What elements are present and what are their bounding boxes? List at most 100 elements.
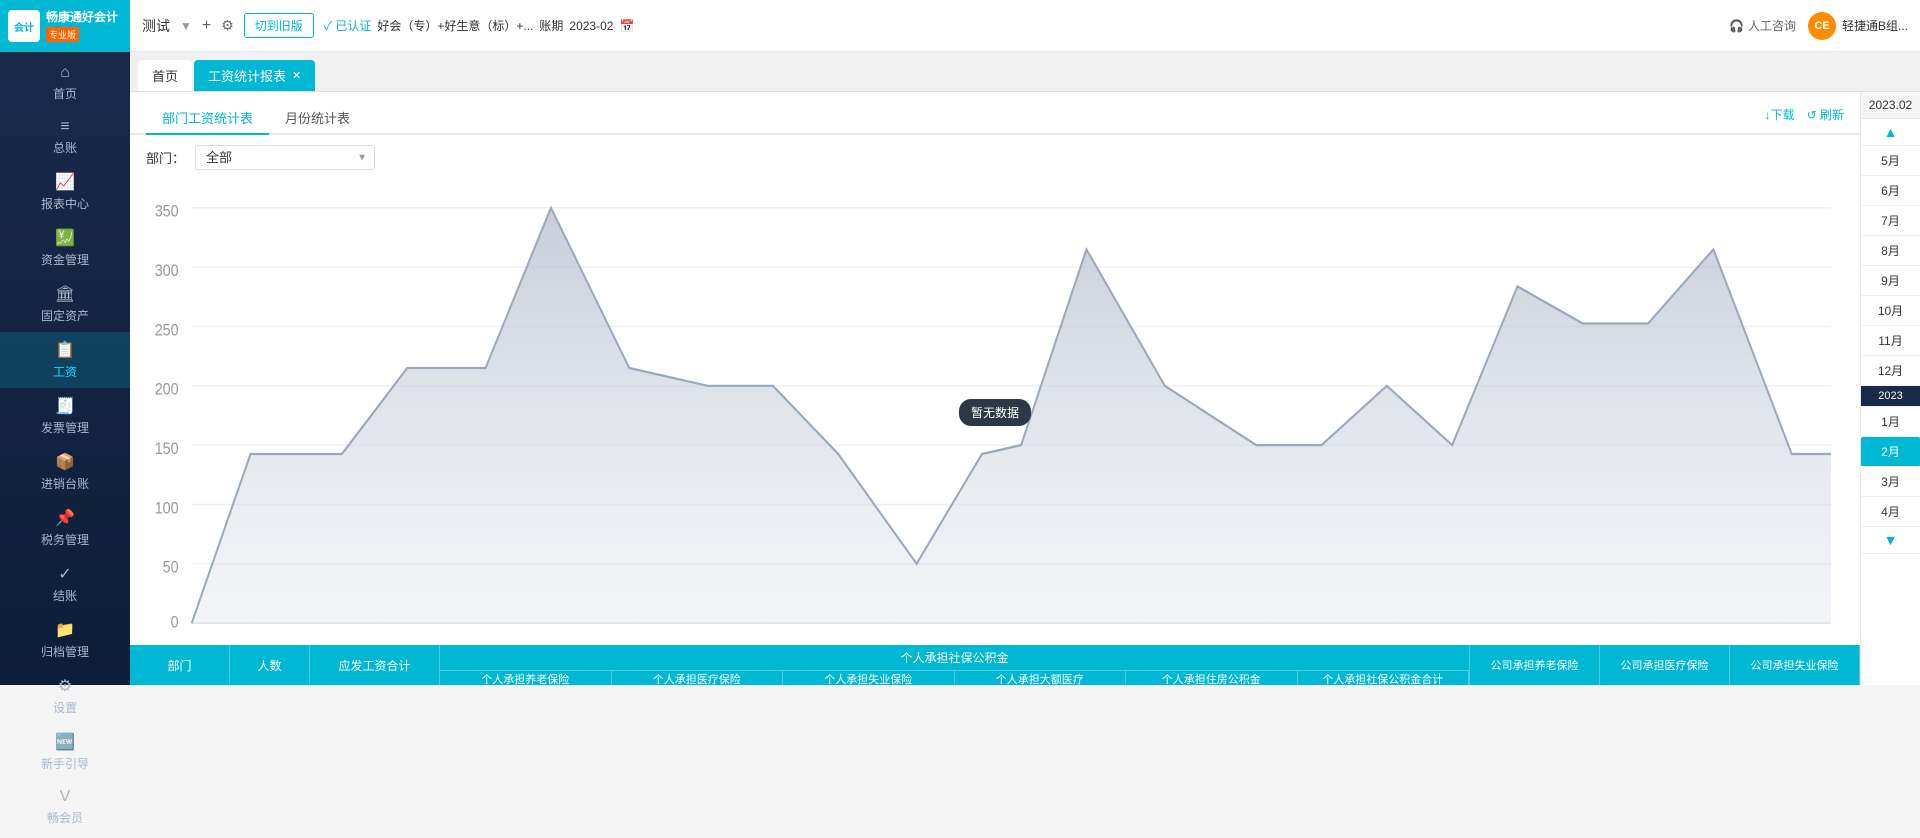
sidebar-item-label: 首页 [53,85,77,102]
avatar-initials: CE [1814,20,1829,32]
sidebar-item-label: 进销台账 [41,475,89,492]
date-nav-down[interactable]: ▼ [1861,527,1920,554]
home-icon: ⌂ [60,64,70,82]
certified-badge: ✓ 已认证 [324,17,372,34]
sidebar-item-home[interactable]: ⌂ 首页 [0,56,130,110]
date-month-5[interactable]: 5月 [1861,146,1920,176]
tab-home[interactable]: 首页 [138,60,192,91]
sidebar-item-purchase[interactable]: 📦 进销台账 [0,444,130,500]
funds-icon: 💹 [55,228,75,248]
settings-icon[interactable]: ⚙ [221,17,234,34]
tab-salary-report[interactable]: 工资统计报表 ✕ [194,60,315,91]
svg-text:100: 100 [155,500,179,518]
sidebar-item-settings[interactable]: ⚙ 设置 [0,668,130,724]
sidebar-item-label: 归档管理 [41,643,89,660]
add-button[interactable]: + [202,17,211,35]
settings-icon: ⚙ [58,676,72,696]
col-pension: 个人承担养老保险 [440,671,612,685]
sidebar-item-vip[interactable]: V 畅会员 [0,780,130,834]
col-people: 人数 [230,645,310,685]
sidebar-item-ledger[interactable]: ≡ 总账 [0,110,130,164]
help-button[interactable]: 🎧 人工咨询 [1729,17,1796,34]
svg-text:50: 50 [163,559,179,577]
sidebar-item-label: 畅会员 [47,809,83,826]
topbar: 测试 ▼ + ⚙ 切到旧版 ✓ 已认证 好会（专）+好生意（标）+... 账期 … [130,0,1920,52]
date-panel: 2023.02 ▲ 5月 6月 7月 8月 9月 10月 11月 [1860,92,1920,685]
download-button[interactable]: ↓下载 [1765,106,1795,123]
chart-area: 350 300 250 200 150 100 50 0 [130,180,1860,645]
dept-filter-label: 部门： [146,148,185,167]
sidebar-item-label: 税务管理 [41,531,89,548]
sidebar-item-reports[interactable]: 📈 报表中心 [0,164,130,220]
sidebar-item-checkout[interactable]: ✓ 结账 [0,556,130,612]
date-month-2-active[interactable]: 2月 [1861,437,1920,467]
sidebar-item-assets[interactable]: 🏛 固定资产 [0,276,130,332]
sub-tabbar: 部门工资统计表 月份统计表 ↓下载 ↺ 刷新 [130,92,1860,135]
tab-home-label: 首页 [152,66,178,85]
sidebar-item-tax[interactable]: 📌 税务管理 [0,500,130,556]
reports-icon: 📈 [55,172,75,192]
main-area: 测试 ▼ + ⚙ 切到旧版 ✓ 已认证 好会（专）+好生意（标）+... 账期 … [130,0,1920,685]
sidebar-item-invoice[interactable]: 🧾 发票管理 [0,388,130,444]
period-value: 2023-02 [569,19,613,33]
sub-tab-dept[interactable]: 部门工资统计表 [146,102,269,135]
date-month-12[interactable]: 12月 [1861,356,1920,386]
purchase-icon: 📦 [55,452,75,472]
svg-text:0: 0 [171,614,179,632]
sidebar-item-funds[interactable]: 💹 资金管理 [0,220,130,276]
date-current-label[interactable]: 2023.02 [1861,92,1920,119]
content-main: 部门工资统计表 月份统计表 ↓下载 ↺ 刷新 部门： 全部 财务部 销售部 [130,92,1860,685]
col-group-personal: 个人承担社保公积金 个人承担养老保险 个人承担医疗保险 个人承担失业保险 个人承… [440,645,1470,685]
date-nav-up[interactable]: ▲ [1861,119,1920,146]
date-month-4[interactable]: 4月 [1861,497,1920,527]
date-month-1[interactable]: 1月 [1861,407,1920,437]
col-group-label: 个人承担社保公积金 [440,645,1469,671]
sub-tab-monthly[interactable]: 月份统计表 [269,102,366,135]
sidebar-item-label: 报表中心 [41,195,89,212]
col-company-unemployment: 公司承担失业保险 [1730,645,1860,685]
date-month-8[interactable]: 8月 [1861,236,1920,266]
svg-text:150: 150 [155,440,179,458]
date-month-3[interactable]: 3月 [1861,467,1920,497]
dept-select[interactable]: 全部 财务部 销售部 技术部 [195,145,375,170]
refresh-button[interactable]: ↺ 刷新 [1807,106,1844,123]
dept-select-wrapper: 全部 财务部 销售部 技术部 [195,145,375,170]
checkout-icon: ✓ [58,564,71,584]
date-year-2023: 2023 [1861,386,1920,407]
svg-text:250: 250 [155,322,179,340]
period-label: 账期 [539,17,563,34]
date-month-11[interactable]: 11月 [1861,326,1920,356]
chart-container: 350 300 250 200 150 100 50 0 [146,190,1844,635]
col-unemployment: 个人承担失业保险 [783,671,955,685]
dropdown-arrow-icon[interactable]: ▼ [180,19,192,33]
area-chart: 350 300 250 200 150 100 50 0 [146,190,1844,635]
sidebar-item-label: 工资 [53,363,77,380]
date-month-7[interactable]: 7月 [1861,206,1920,236]
sidebar-item-guide[interactable]: 🆕 新手引导 [0,724,130,780]
date-month-10[interactable]: 10月 [1861,296,1920,326]
logo-title: 畅康通好会计 [46,10,118,26]
tabbar: 首页 工资统计报表 ✕ [130,52,1920,92]
sidebar-item-salary[interactable]: 📋 工资 [0,332,130,388]
user-name: 轻捷通B组... [1842,17,1908,34]
sidebar: 会计 畅康通好会计 专业版 ⌂ 首页 ≡ 总账 📈 报表中心 💹 资金管理 🏛 … [0,0,130,685]
calendar-icon[interactable]: 📅 [619,19,634,33]
sidebar-item-label: 结账 [53,587,77,604]
help-label: 人工咨询 [1748,17,1796,34]
tab-close-icon[interactable]: ✕ [292,69,301,82]
content-area: 部门工资统计表 月份统计表 ↓下载 ↺ 刷新 部门： 全部 财务部 销售部 [130,92,1920,685]
sidebar-item-label: 设置 [53,699,77,716]
guide-icon: 🆕 [55,732,75,752]
col-big-medical: 个人承担大额医疗 [955,671,1127,685]
product-tags: 好会（专）+好生意（标）+... [377,17,533,34]
user-menu[interactable]: CE 轻捷通B组... [1808,12,1908,40]
sidebar-nav: ⌂ 首页 ≡ 总账 📈 报表中心 💹 资金管理 🏛 固定资产 📋 工资 🧾 发票… [0,52,130,838]
sidebar-item-label: 资金管理 [41,251,89,268]
switch-version-button[interactable]: 切到旧版 [244,13,314,38]
sidebar-item-label: 固定资产 [41,307,89,324]
date-month-9[interactable]: 9月 [1861,266,1920,296]
sidebar-item-archive[interactable]: 📁 归档管理 [0,612,130,668]
tab-salary-label: 工资统计报表 [208,66,286,85]
table-footer: 部门 人数 应发工资合计 个人承担社保公积金 个人承担养老保险 个人承担医疗 [130,645,1860,685]
date-month-6[interactable]: 6月 [1861,176,1920,206]
